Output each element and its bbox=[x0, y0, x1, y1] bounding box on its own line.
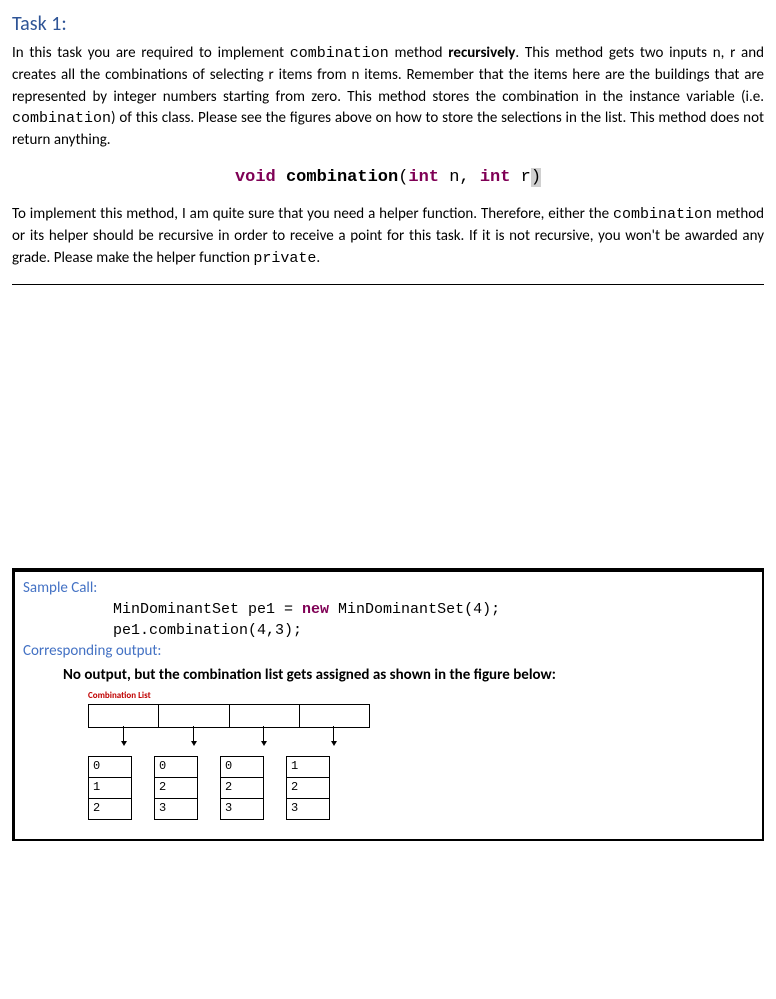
text: ) of this class. Please see the figures … bbox=[12, 109, 764, 149]
paren-close: ) bbox=[531, 168, 541, 187]
combination-column-1: 0 2 3 bbox=[154, 756, 198, 819]
cell: 3 bbox=[220, 798, 264, 820]
cell: 2 bbox=[220, 777, 264, 799]
arg-r: r bbox=[510, 168, 530, 187]
code-text: MinDominantSet(4); bbox=[329, 601, 500, 618]
arrow-icon bbox=[193, 726, 194, 742]
cell: 0 bbox=[88, 756, 132, 778]
arg-n: n, bbox=[439, 168, 480, 187]
bold-text: recursively bbox=[448, 44, 515, 62]
task-paragraph-1: In this task you are required to impleme… bbox=[12, 43, 764, 152]
cell: 0 bbox=[154, 756, 198, 778]
keyword-void: void bbox=[235, 168, 276, 187]
text: . bbox=[316, 249, 320, 267]
text: method bbox=[389, 44, 449, 62]
keyword-int: int bbox=[480, 168, 511, 187]
paren-open: ( bbox=[398, 168, 408, 187]
code-signature: void combination(int n, int r) bbox=[12, 166, 764, 191]
code-inline: combination bbox=[12, 110, 111, 127]
combination-column-0: 0 1 2 bbox=[88, 756, 132, 819]
arrow-icon bbox=[123, 726, 124, 742]
code-inline: combination bbox=[613, 206, 712, 223]
arrow-icon bbox=[333, 726, 334, 742]
sample-code-line-1: MinDominantSet pe1 = new MinDominantSet(… bbox=[113, 599, 754, 620]
sample-code-line-2: pe1.combination(4,3); bbox=[113, 620, 754, 641]
combination-diagram: 0 1 2 0 2 3 0 2 3 1 2 3 bbox=[88, 704, 754, 819]
sample-box: Sample Call: MinDominantSet pe1 = new Mi… bbox=[12, 569, 764, 841]
arrow-icon bbox=[263, 726, 264, 742]
cell: 2 bbox=[286, 777, 330, 799]
cell: 2 bbox=[154, 777, 198, 799]
code-text: MinDominantSet pe1 = bbox=[113, 601, 302, 618]
cell: 2 bbox=[88, 798, 132, 820]
cell: 3 bbox=[154, 798, 198, 820]
task-paragraph-2: To implement this method, I am quite sur… bbox=[12, 204, 764, 269]
cell: 1 bbox=[286, 756, 330, 778]
cell: 0 bbox=[220, 756, 264, 778]
keyword-int: int bbox=[408, 168, 439, 187]
combination-list-label: Combination List bbox=[88, 689, 754, 702]
combination-column-3: 1 2 3 bbox=[286, 756, 330, 819]
keyword-new: new bbox=[302, 601, 329, 618]
cell: 3 bbox=[286, 798, 330, 820]
columns-container: 0 1 2 0 2 3 0 2 3 1 2 3 bbox=[88, 756, 754, 819]
function-name: combination bbox=[286, 168, 398, 187]
code-inline: combination bbox=[290, 45, 389, 62]
sample-call-heading: Sample Call: bbox=[23, 578, 754, 600]
task-title: Task 1: bbox=[12, 10, 764, 39]
combination-column-2: 0 2 3 bbox=[220, 756, 264, 819]
arrow-row bbox=[88, 728, 368, 754]
cell: 1 bbox=[88, 777, 132, 799]
text: To implement this method, I am quite sur… bbox=[12, 205, 613, 223]
top-list-row bbox=[88, 704, 370, 728]
text: In this task you are required to impleme… bbox=[12, 44, 290, 62]
blank-space bbox=[12, 285, 764, 565]
output-description: No output, but the combination list gets… bbox=[63, 665, 754, 687]
output-heading: Corresponding output: bbox=[23, 641, 754, 663]
code-inline: private bbox=[253, 250, 316, 267]
